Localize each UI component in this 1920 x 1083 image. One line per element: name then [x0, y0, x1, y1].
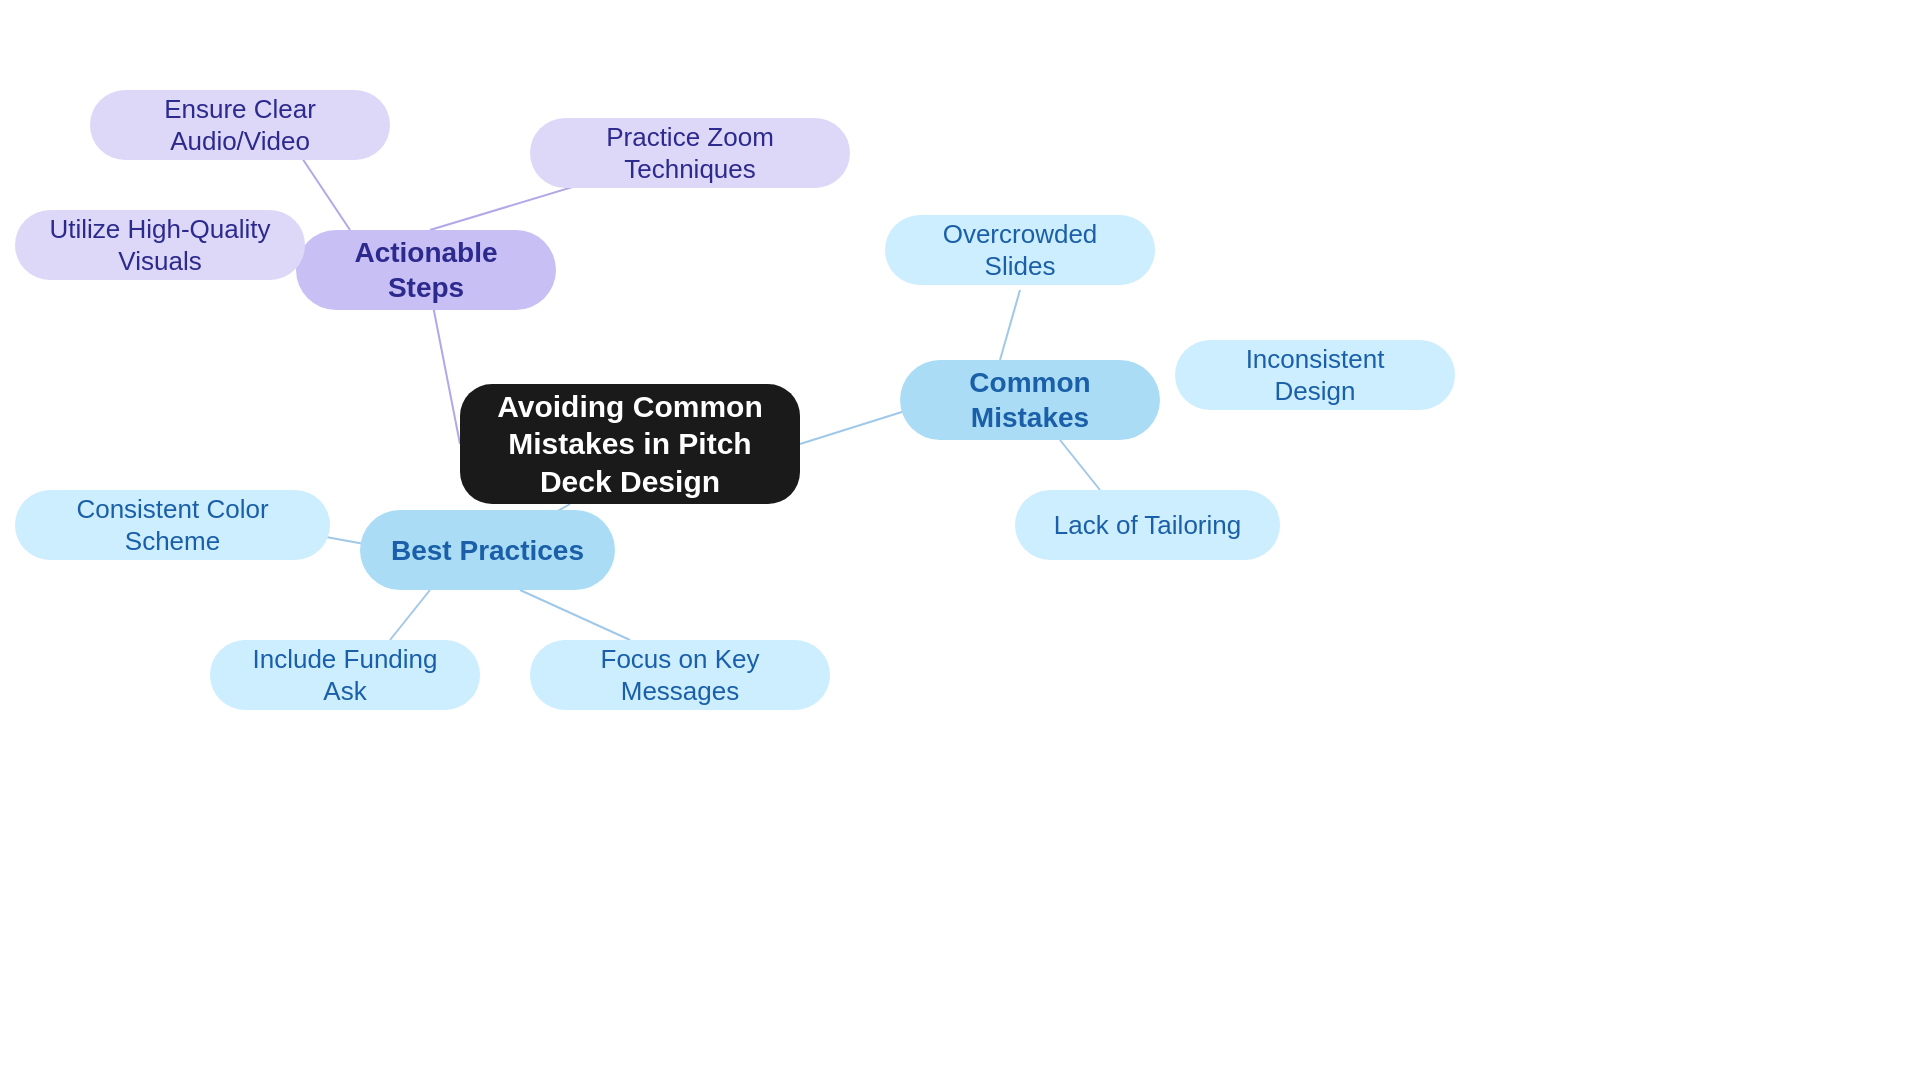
practice-zoom-node: Practice Zoom Techniques [530, 118, 850, 188]
svg-line-11 [520, 590, 630, 640]
ensure-audio-node: Ensure Clear Audio/Video [90, 90, 390, 160]
center-node: Avoiding Common Mistakes in Pitch Deck D… [460, 384, 800, 504]
include-funding-node: Include Funding Ask [210, 640, 480, 710]
lack-tailoring-node: Lack of Tailoring [1015, 490, 1280, 560]
utilize-visuals-node: Utilize High-Quality Visuals [15, 210, 305, 280]
best-practices-node: Best Practices [360, 510, 615, 590]
svg-line-5 [1000, 290, 1020, 360]
svg-line-10 [390, 590, 430, 640]
focus-key-messages-node: Focus on Key Messages [530, 640, 830, 710]
inconsistent-design-node: Inconsistent Design [1175, 340, 1455, 410]
actionable-steps-node: Actionable Steps [296, 230, 556, 310]
common-mistakes-node: Common Mistakes [900, 360, 1160, 440]
overcrowded-slides-node: Overcrowded Slides [885, 215, 1155, 285]
consistent-color-node: Consistent Color Scheme [15, 490, 330, 560]
svg-line-7 [1060, 440, 1100, 490]
